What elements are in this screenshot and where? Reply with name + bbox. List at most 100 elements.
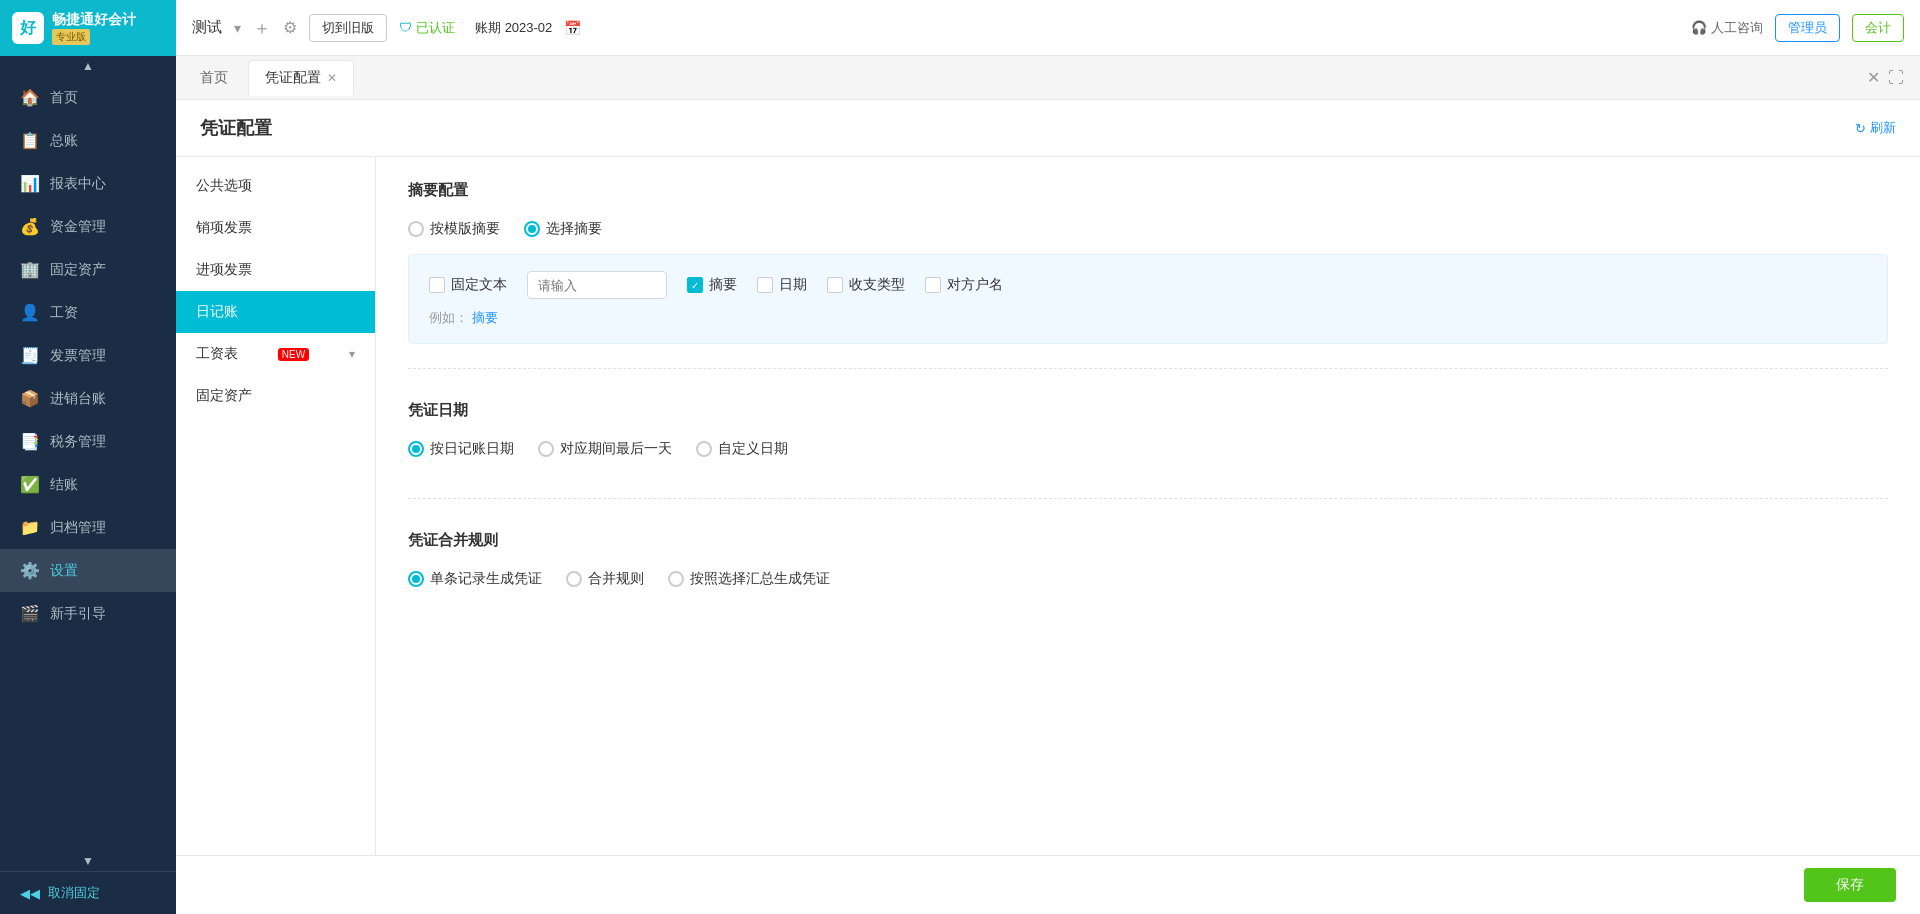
content-body: 公共选项 销项发票 进项发票 日记账 工资表 NEW ▾ 固定资产 [176, 157, 1920, 855]
tabbar: 首页 凭证配置 ✕ ✕ ⛶ [176, 56, 1920, 100]
left-nav-payroll[interactable]: 工资表 NEW ▾ [176, 333, 375, 375]
left-nav-diary[interactable]: 日记账 [176, 291, 375, 333]
tab-close-icon[interactable]: ✕ [327, 71, 337, 85]
add-company-icon[interactable]: ＋ [253, 16, 271, 40]
radio-aggregate[interactable]: 按照选择汇总生成凭证 [668, 570, 830, 588]
radio-diary-label: 按日记账日期 [430, 440, 514, 458]
sidebar-item-tax[interactable]: 📑 税务管理 [0, 420, 176, 463]
save-button[interactable]: 保存 [1804, 868, 1896, 902]
radio-circle-template [408, 221, 424, 237]
tab-home[interactable]: 首页 [184, 60, 244, 96]
sidebar-item-guide[interactable]: 🎬 新手引导 [0, 592, 176, 635]
refresh-icon: ↻ [1855, 121, 1866, 136]
sidebar-item-label: 结账 [50, 476, 78, 494]
sidebar-item-label: 进销台账 [50, 390, 106, 408]
left-nav-public[interactable]: 公共选项 [176, 165, 375, 207]
left-nav-purchase-invoice[interactable]: 进项发票 [176, 249, 375, 291]
sidebar-item-label: 报表中心 [50, 175, 106, 193]
radio-single-circle [408, 571, 424, 587]
sub-options-row: 固定文本 ✓ 摘要 日期 [429, 271, 1867, 299]
sidebar-item-payroll[interactable]: 👤 工资 [0, 291, 176, 334]
right-content: 摘要配置 按模版摘要 选择摘要 [376, 157, 1920, 855]
shield-icon: 🛡 [399, 20, 412, 35]
sidebar-item-label: 设置 [50, 562, 78, 580]
support-btn[interactable]: 🎧 人工咨询 [1691, 19, 1763, 37]
left-nav-fixed-assets[interactable]: 固定资产 [176, 375, 375, 417]
refresh-button[interactable]: ↻ 刷新 [1855, 119, 1896, 153]
sidebar-item-funds[interactable]: 💰 资金管理 [0, 205, 176, 248]
date-config-section: 凭证日期 按日记账日期 对应期间最后一天 自定义日期 [408, 401, 1888, 499]
main-area: 测试 ▾ ＋ ⚙ 切到旧版 🛡 已认证 账期 2023-02 📅 🎧 人工咨询 … [176, 0, 1920, 914]
settings-gear-icon[interactable]: ⚙ [283, 18, 297, 37]
radio-merge-circle [566, 571, 582, 587]
close-period-icon: ✅ [20, 475, 40, 494]
save-area: 保存 [176, 855, 1920, 914]
sidebar-item-settings[interactable]: ⚙️ 设置 [0, 549, 176, 592]
sidebar-item-label: 发票管理 [50, 347, 106, 365]
radio-single-record[interactable]: 单条记录生成凭证 [408, 570, 542, 588]
page-title: 凭证配置 [200, 116, 272, 156]
company-chevron-icon[interactable]: ▾ [234, 20, 241, 36]
sidebar-item-sales[interactable]: 📦 进销台账 [0, 377, 176, 420]
cancel-fixed-btn[interactable]: ◀◀ 取消固定 [0, 871, 176, 914]
checkbox-income-label: 收支类型 [849, 276, 905, 294]
checkbox-counterparty[interactable]: 对方户名 [925, 276, 1003, 294]
payroll-icon: 👤 [20, 303, 40, 322]
sidebar-scroll-up[interactable]: ▲ [0, 56, 176, 76]
checkbox-fixed-text[interactable]: 固定文本 [429, 276, 507, 294]
switch-old-version-button[interactable]: 切到旧版 [309, 14, 387, 42]
radio-template-label: 按模版摘要 [430, 220, 500, 238]
radio-circle-select [524, 221, 540, 237]
radio-period-circle [538, 441, 554, 457]
expand-icon[interactable]: ⛶ [1888, 69, 1904, 87]
checkbox-summary-box: ✓ [687, 277, 703, 293]
sidebar-item-label: 归档管理 [50, 519, 106, 537]
radio-custom-circle [696, 441, 712, 457]
pro-badge: 专业版 [52, 29, 90, 45]
fixed-text-input[interactable] [527, 271, 667, 299]
radio-diary-circle [408, 441, 424, 457]
checkbox-income-type[interactable]: 收支类型 [827, 276, 905, 294]
settings-icon: ⚙️ [20, 561, 40, 580]
new-badge: NEW [278, 348, 309, 361]
checkbox-summary[interactable]: ✓ 摘要 [687, 276, 737, 294]
home-icon: 🏠 [20, 88, 40, 107]
sidebar-scroll-down[interactable]: ▼ [0, 851, 176, 871]
summary-radio-group: 按模版摘要 选择摘要 [408, 220, 1888, 238]
sidebar-item-label: 资金管理 [50, 218, 106, 236]
sidebar-item-label: 新手引导 [50, 605, 106, 623]
cancel-fixed-label: 取消固定 [48, 884, 100, 902]
example-value: 摘要 [472, 310, 498, 325]
sidebar-item-label: 首页 [50, 89, 78, 107]
checkbox-date[interactable]: 日期 [757, 276, 807, 294]
radio-period-last-day[interactable]: 对应期间最后一天 [538, 440, 672, 458]
close-tab-icon[interactable]: ✕ [1867, 68, 1880, 87]
example-text: 例如： 摘要 [429, 309, 1867, 327]
cancel-fixed-icon: ◀◀ [20, 886, 40, 901]
calendar-icon[interactable]: 📅 [564, 20, 581, 36]
sidebar-item-invoices[interactable]: 🧾 发票管理 [0, 334, 176, 377]
sidebar-item-ledger[interactable]: 📋 总账 [0, 119, 176, 162]
radio-select-summary[interactable]: 选择摘要 [524, 220, 602, 238]
sidebar-item-reports[interactable]: 📊 报表中心 [0, 162, 176, 205]
archive-icon: 📁 [20, 518, 40, 537]
date-radio-group: 按日记账日期 对应期间最后一天 自定义日期 [408, 440, 1888, 458]
ledger-icon: 📋 [20, 131, 40, 150]
admin-button[interactable]: 管理员 [1775, 14, 1840, 42]
tab-voucher-config[interactable]: 凭证配置 ✕ [248, 60, 354, 96]
accountant-button[interactable]: 会计 [1852, 14, 1904, 42]
radio-template-summary[interactable]: 按模版摘要 [408, 220, 500, 238]
sidebar-item-assets[interactable]: 🏢 固定资产 [0, 248, 176, 291]
sidebar-item-archive[interactable]: 📁 归档管理 [0, 506, 176, 549]
sidebar-item-label: 固定资产 [50, 261, 106, 279]
radio-custom-date[interactable]: 自定义日期 [696, 440, 788, 458]
radio-merge-rules[interactable]: 合并规则 [566, 570, 644, 588]
sidebar-item-home[interactable]: 🏠 首页 [0, 76, 176, 119]
topbar: 测试 ▾ ＋ ⚙ 切到旧版 🛡 已认证 账期 2023-02 📅 🎧 人工咨询 … [176, 0, 1920, 56]
radio-diary-date[interactable]: 按日记账日期 [408, 440, 514, 458]
sidebar-item-close[interactable]: ✅ 结账 [0, 463, 176, 506]
left-nav-sales-invoice[interactable]: 销项发票 [176, 207, 375, 249]
checkbox-counterparty-box [925, 277, 941, 293]
sidebar-item-label: 总账 [50, 132, 78, 150]
expand-icon: ▾ [349, 347, 355, 361]
